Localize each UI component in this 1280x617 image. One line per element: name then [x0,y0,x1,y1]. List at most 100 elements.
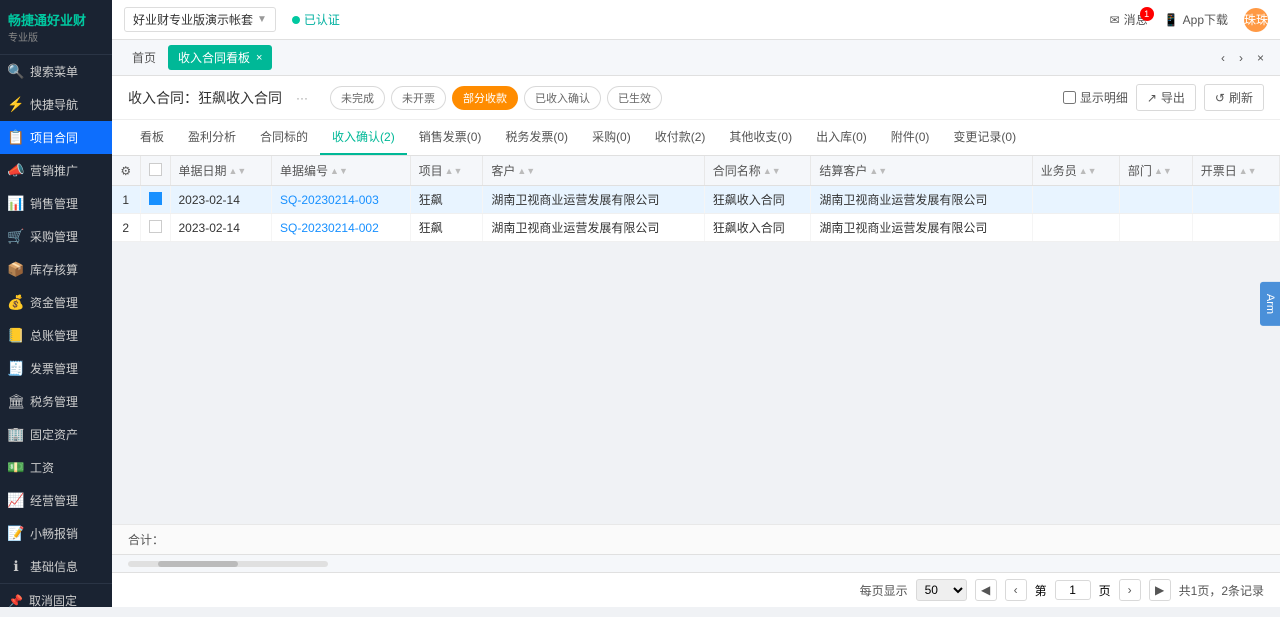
sidebar-icon: 🏢 [8,427,24,443]
show-detail-label: 显示明细 [1080,89,1128,106]
sidebar-item-基础信息[interactable]: ℹ基础信息 [0,550,112,583]
th-contract: 合同名称▲▼ [704,156,811,186]
sidebar-item-快捷导航[interactable]: ⚡快捷导航 [0,88,112,121]
sidebar-item-搜索菜单[interactable]: 🔍搜索菜单 [0,55,112,88]
tab-home[interactable]: 首页 [124,45,164,70]
sidebar-icon: 💰 [8,295,24,311]
show-detail-toggle[interactable]: 显示明细 [1063,89,1128,106]
tab-prev-icon[interactable]: ‹ [1217,49,1229,67]
sub-tab-税务发票[interactable]: 税务发票(0) [493,120,580,155]
scrollbar[interactable] [128,561,328,567]
sidebar-item-采购管理[interactable]: 🛒采购管理 [0,220,112,253]
th-checkbox[interactable] [140,156,170,186]
sub-tab-附件[interactable]: 附件(0) [879,120,942,155]
page-label: 第 [1035,582,1047,599]
scroll-area[interactable] [112,554,1280,572]
row-billno[interactable]: SQ-20230214-003 [272,186,411,214]
sidebar-item-库存核算[interactable]: 📦库存核算 [0,253,112,286]
sidebar-item-营销推广[interactable]: 📣营销推广 [0,154,112,187]
sidebar-item-总账管理[interactable]: 📒总账管理 [0,319,112,352]
per-page-select[interactable]: 50 100 200 [916,579,967,601]
sub-tab-销售发票[interactable]: 销售发票(0) [407,120,494,155]
next-page-button[interactable]: › [1119,579,1141,601]
sidebar-item-工资[interactable]: 💵工资 [0,451,112,484]
sidebar-icon: 🔍 [8,64,24,80]
row-settle-customer: 湖南卫视商业运营发展有限公司 [811,214,1032,242]
th-salesman: 业务员▲▼ [1032,156,1119,186]
sidebar-icon: 💵 [8,460,24,476]
more-icon[interactable]: ··· [290,89,314,107]
row-invoice-date [1192,214,1279,242]
table-row[interactable]: 1 2023-02-14 SQ-20230214-003 狂飙 湖南卫视商业运营… [112,186,1280,214]
messages-button[interactable]: ✉ 消息 1 [1110,11,1148,28]
status-btn-未完成[interactable]: 未完成 [330,86,385,110]
tab-next-icon[interactable]: › [1235,49,1247,67]
sub-tab-合同标的[interactable]: 合同标的 [248,120,320,155]
page-header: 收入合同：狂飙收入合同 ··· 未完成未开票部分收款已收入确认已生效 显示明细 … [112,76,1280,120]
table-footer: 合计： [112,524,1280,554]
sidebar-item-经营管理[interactable]: 📈经营管理 [0,484,112,517]
row-dept [1119,186,1192,214]
side-action-button[interactable]: Arm [1260,281,1280,325]
row-salesman [1032,186,1119,214]
status-btn-部分收款[interactable]: 部分收款 [452,86,518,110]
first-page-button[interactable]: ◀ [975,579,997,601]
sidebar-item-资金管理[interactable]: 💰资金管理 [0,286,112,319]
sub-tab-收付款[interactable]: 收付款(2) [643,120,718,155]
th-project: 项目▲▼ [410,156,483,186]
tab-close-icon[interactable]: × [256,52,262,64]
message-icon: ✉ [1110,13,1120,27]
row-checkbox[interactable] [140,214,170,242]
user-avatar[interactable]: 珠珠 [1244,8,1268,32]
prev-page-button[interactable]: ‹ [1005,579,1027,601]
sidebar-unpin-label: 取消固定 [29,592,77,609]
th-settings[interactable]: ⚙ [112,156,140,186]
show-detail-checkbox[interactable] [1063,91,1076,104]
sub-tabs: 看板盈利分析合同标的收入确认(2)销售发票(0)税务发票(0)采购(0)收付款(… [112,120,1280,156]
app-download-button[interactable]: 📱 App下载 [1164,11,1228,28]
last-page-button[interactable]: ▶ [1149,579,1171,601]
sidebar-item-固定资产[interactable]: 🏢固定资产 [0,418,112,451]
row-date: 2023-02-14 [170,186,272,214]
page-input[interactable] [1055,580,1091,600]
sub-tab-采购[interactable]: 采购(0) [580,120,643,155]
sidebar-item-销售管理[interactable]: 📊销售管理 [0,187,112,220]
sub-tab-变更记录[interactable]: 变更记录(0) [941,120,1028,155]
export-button[interactable]: ↗ 导出 [1136,84,1196,111]
refresh-button[interactable]: ↺ 刷新 [1204,84,1264,111]
tab-active[interactable]: 收入合同看板 × [168,45,272,70]
row-num: 1 [112,186,140,214]
company-selector[interactable]: 好业财专业版演示帐套 ▼ [124,7,276,32]
status-btn-已收入确认[interactable]: 已收入确认 [524,86,601,110]
row-contract: 狂飙收入合同 [704,186,811,214]
row-customer: 湖南卫视商业运营发展有限公司 [483,186,704,214]
row-date: 2023-02-14 [170,214,272,242]
row-salesman [1032,214,1119,242]
sub-tab-出入库[interactable]: 出入库(0) [804,120,879,155]
content-wrapper: 收入合同：狂飙收入合同 ··· 未完成未开票部分收款已收入确认已生效 显示明细 … [112,76,1280,607]
table-row[interactable]: 2 2023-02-14 SQ-20230214-002 狂飙 湖南卫视商业运营… [112,214,1280,242]
sub-tab-其他收支[interactable]: 其他收支(0) [717,120,804,155]
sidebar-item-小畅报销[interactable]: 📝小畅报销 [0,517,112,550]
row-billno[interactable]: SQ-20230214-002 [272,214,411,242]
pin-icon: 📌 [8,594,23,608]
table-area: ⚙ 单据日期▲▼ 单据编号▲▼ 项目▲▼ 客户▲▼ 合同名称▲▼ 结算客户▲▼ … [112,156,1280,524]
tab-close-all-icon[interactable]: × [1253,49,1268,67]
sidebar-item-发票管理[interactable]: 🧾发票管理 [0,352,112,385]
table-header-row: ⚙ 单据日期▲▼ 单据编号▲▼ 项目▲▼ 客户▲▼ 合同名称▲▼ 结算客户▲▼ … [112,156,1280,186]
sub-tab-收入确认[interactable]: 收入确认(2) [320,120,407,155]
sidebar-unpin[interactable]: 📌 取消固定 [0,584,112,617]
certified-badge: 已认证 [292,11,340,28]
status-btn-已生效[interactable]: 已生效 [607,86,662,110]
sub-tab-看板[interactable]: 看板 [128,120,176,155]
status-btn-未开票[interactable]: 未开票 [391,86,446,110]
sidebar-icon: 🏛 [8,394,24,410]
row-checkbox[interactable] [140,186,170,214]
sidebar-item-项目合同[interactable]: 📋项目合同 [0,121,112,154]
sidebar-item-税务管理[interactable]: 🏛税务管理 [0,385,112,418]
scrollbar-thumb[interactable] [158,561,238,567]
sidebar-icon: ⚡ [8,97,24,113]
row-settle-customer: 湖南卫视商业运营发展有限公司 [811,186,1032,214]
sub-tab-盈利分析[interactable]: 盈利分析 [176,120,248,155]
row-project: 狂飙 [410,214,483,242]
